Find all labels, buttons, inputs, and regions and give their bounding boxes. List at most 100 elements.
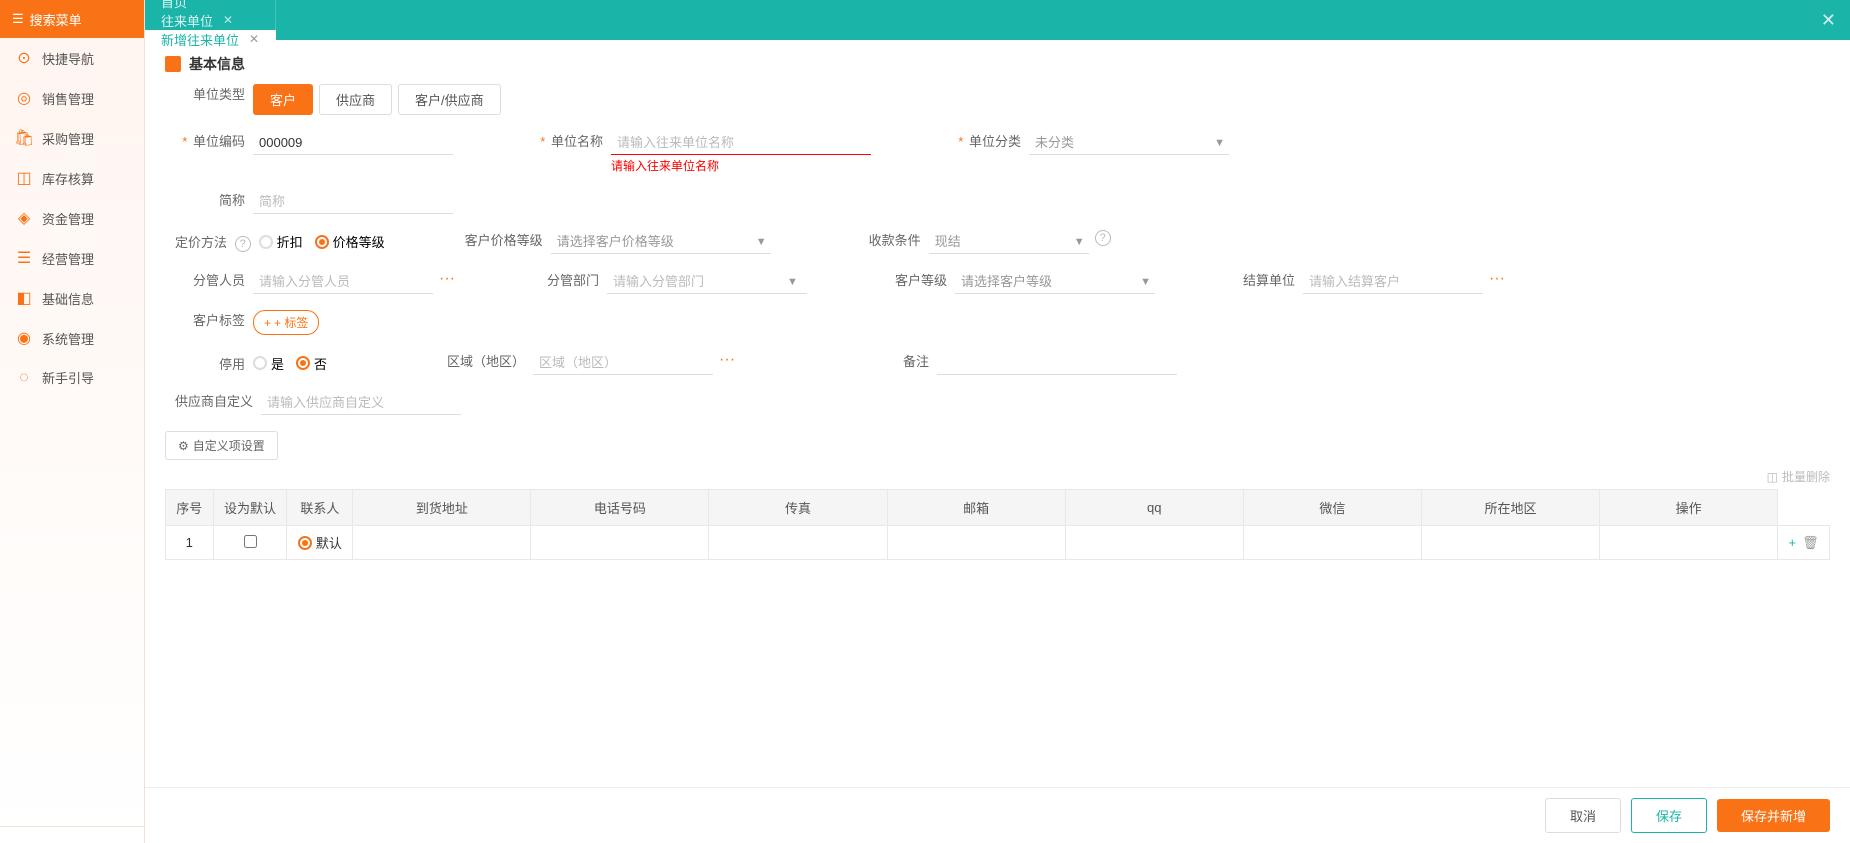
sidebar-item-guide[interactable]: ◌新手引导 — [0, 358, 144, 397]
region-input-0[interactable] — [1618, 536, 1759, 550]
tab-home[interactable]: 首页 — [145, 0, 276, 11]
sidebar-label-inventory: 库存核算 — [42, 169, 94, 188]
custom-settings-button[interactable]: ⚙ 自定义项设置 — [165, 431, 278, 460]
sidebar-label-basic-info: 基础信息 — [42, 289, 94, 308]
pricing-row: 定价方法 ? 折扣 价格等级 — [175, 230, 1820, 254]
pricing-method-label: 定价方法 ? — [175, 232, 251, 252]
payment-terms-select[interactable]: 现结 — [929, 230, 1089, 253]
sidebar-item-quick-nav[interactable]: ⊙快捷导航 — [0, 38, 144, 78]
batch-delete-label[interactable]: 批量删除 — [1782, 468, 1830, 485]
add-tag-button[interactable]: + + 标签 — [253, 310, 319, 335]
unit-type-group-wrapper: 单位类型 客户 供应商 客户/供应商 — [175, 84, 501, 115]
sidebar-icon-sales: ◎ — [14, 88, 34, 108]
email-input-0[interactable] — [1084, 536, 1225, 550]
price-level-radio-item[interactable]: 价格等级 — [315, 232, 385, 251]
unit-name-input[interactable] — [611, 131, 871, 155]
price-level-select[interactable]: 请选择客户价格等级 — [551, 230, 771, 253]
table-section: ⚙ 自定义项设置 ◫ 批量删除 序号设为默认联系人到货地址电话号码传真邮箱qq微… — [165, 431, 1830, 560]
sidebar-item-finance[interactable]: ◈资金管理 — [0, 198, 144, 238]
supplier-btn[interactable]: 供应商 — [319, 84, 392, 115]
cell-default-0[interactable] — [213, 526, 287, 560]
settings-gear-icon: ⚙ — [178, 439, 189, 453]
cell-phone-0[interactable] — [709, 526, 887, 560]
wechat-input-0[interactable] — [1440, 536, 1581, 550]
cell-fax-0[interactable] — [887, 526, 1065, 560]
sidebar-item-purchase[interactable]: 🛍采购管理 — [0, 118, 144, 158]
section-header: 基本信息 — [165, 40, 1830, 84]
no-radio-item[interactable]: 否 — [296, 354, 327, 373]
code-name-category-row: * 单位编码 * 单位名称 请输入往来单位名称 — [175, 131, 1820, 174]
unit-code-input[interactable] — [253, 131, 453, 155]
customer-level-select[interactable]: 请选择客户等级 — [955, 270, 1155, 293]
contact-input-0[interactable] — [371, 536, 512, 550]
window-close-button[interactable]: ✕ — [1807, 10, 1850, 31]
yes-radio-dot — [253, 356, 267, 370]
pricing-method-group: 定价方法 ? 折扣 价格等级 — [175, 232, 385, 252]
cell-address-0[interactable] — [531, 526, 709, 560]
sidebar-item-system[interactable]: ◉系统管理 — [0, 318, 144, 358]
supplier-custom-row: 供应商自定义 — [175, 391, 1820, 415]
phone-input-0[interactable] — [727, 536, 868, 550]
cell-email-0[interactable] — [1065, 526, 1243, 560]
supplier-custom-label: 供应商自定义 — [175, 391, 253, 410]
sidebar-item-sales[interactable]: ◎销售管理 — [0, 78, 144, 118]
settlement-unit-dots-btn[interactable]: ··· — [1485, 270, 1509, 288]
cell-qq-0[interactable] — [1243, 526, 1421, 560]
cell-wechat-0[interactable] — [1421, 526, 1599, 560]
cell-contact-0[interactable] — [353, 526, 531, 560]
region-dots-btn[interactable]: ··· — [715, 351, 739, 369]
both-btn[interactable]: 客户/供应商 — [398, 84, 501, 115]
payment-terms-help-icon[interactable]: ? — [1095, 230, 1111, 246]
yes-radio-item[interactable]: 是 — [253, 354, 284, 373]
cell-action-0[interactable]: +🗑 — [1778, 526, 1830, 560]
no-radio-dot — [296, 356, 310, 370]
col-header-所在地区: 所在地区 — [1421, 490, 1599, 526]
add-row-btn-0[interactable]: + — [1789, 535, 1797, 550]
cell-radio-0[interactable]: 默认 — [287, 526, 353, 560]
department-select-wrapper: ▼ — [607, 270, 807, 294]
batch-delete-area: ◫ 批量删除 — [165, 468, 1830, 485]
col-header-邮箱: 邮箱 — [887, 490, 1065, 526]
cell-region-0[interactable] — [1600, 526, 1778, 560]
sidebar-item-basic-info[interactable]: ◧基础信息 — [0, 278, 144, 318]
unit-category-select[interactable]: 未分类 — [1029, 131, 1229, 154]
region-input[interactable] — [533, 351, 713, 375]
search-menu[interactable]: ☰ 搜索菜单 — [0, 0, 144, 38]
sidebar-label-quick-nav: 快捷导航 — [42, 49, 94, 68]
customer-level-group: 客户等级 请选择客户等级 ▼ — [877, 270, 1155, 294]
table-header: 序号设为默认联系人到货地址电话号码传真邮箱qq微信所在地区操作 — [166, 490, 1830, 526]
customer-level-label: 客户等级 — [877, 270, 947, 289]
department-input[interactable] — [607, 270, 787, 293]
cancel-button[interactable]: 取消 — [1545, 798, 1621, 833]
tags-row: 客户标签 + + 标签 — [175, 310, 1820, 335]
customer-level-select-wrapper: 请选择客户等级 ▼ — [955, 270, 1155, 294]
address-input-0[interactable] — [549, 536, 690, 550]
sidebar-icon-purchase: 🛍 — [14, 128, 34, 148]
save-new-button[interactable]: 保存并新增 — [1717, 799, 1830, 832]
tab-close-new-partner[interactable]: ✕ — [249, 32, 259, 46]
qq-input-0[interactable] — [1262, 536, 1403, 550]
discount-radio-item[interactable]: 折扣 — [259, 232, 303, 251]
manager-input[interactable] — [253, 270, 433, 294]
manager-dots-btn[interactable]: ··· — [435, 270, 459, 288]
pricing-help-icon[interactable]: ? — [235, 236, 251, 252]
supplier-custom-input[interactable] — [261, 391, 461, 415]
tab-close-partner-list[interactable]: ✕ — [223, 13, 233, 27]
short-name-label: 简称 — [175, 190, 245, 209]
discount-radio-dot — [259, 235, 273, 249]
del-row-btn-0[interactable]: 🗑 — [1802, 535, 1819, 550]
save-button[interactable]: 保存 — [1631, 798, 1707, 833]
sidebar-item-inventory[interactable]: ◫库存核算 — [0, 158, 144, 198]
settlement-unit-input[interactable] — [1303, 270, 1483, 294]
tab-new-partner[interactable]: 新增往来单位✕ — [145, 30, 276, 49]
unit-category-label: * 单位分类 — [951, 131, 1021, 150]
sidebar-item-operations[interactable]: ☰经营管理 — [0, 238, 144, 278]
tab-partner-list[interactable]: 往来单位✕ — [145, 11, 276, 30]
remark-input[interactable] — [937, 351, 1177, 375]
page-content: 基本信息 单位类型 客户 供应商 客户/供应商 * — [145, 40, 1850, 787]
short-name-row: 简称 — [175, 190, 1820, 214]
customer-btn[interactable]: 客户 — [253, 84, 313, 115]
short-name-input[interactable] — [253, 190, 453, 214]
fax-input-0[interactable] — [905, 536, 1046, 550]
default-checkbox-0[interactable] — [244, 535, 257, 548]
